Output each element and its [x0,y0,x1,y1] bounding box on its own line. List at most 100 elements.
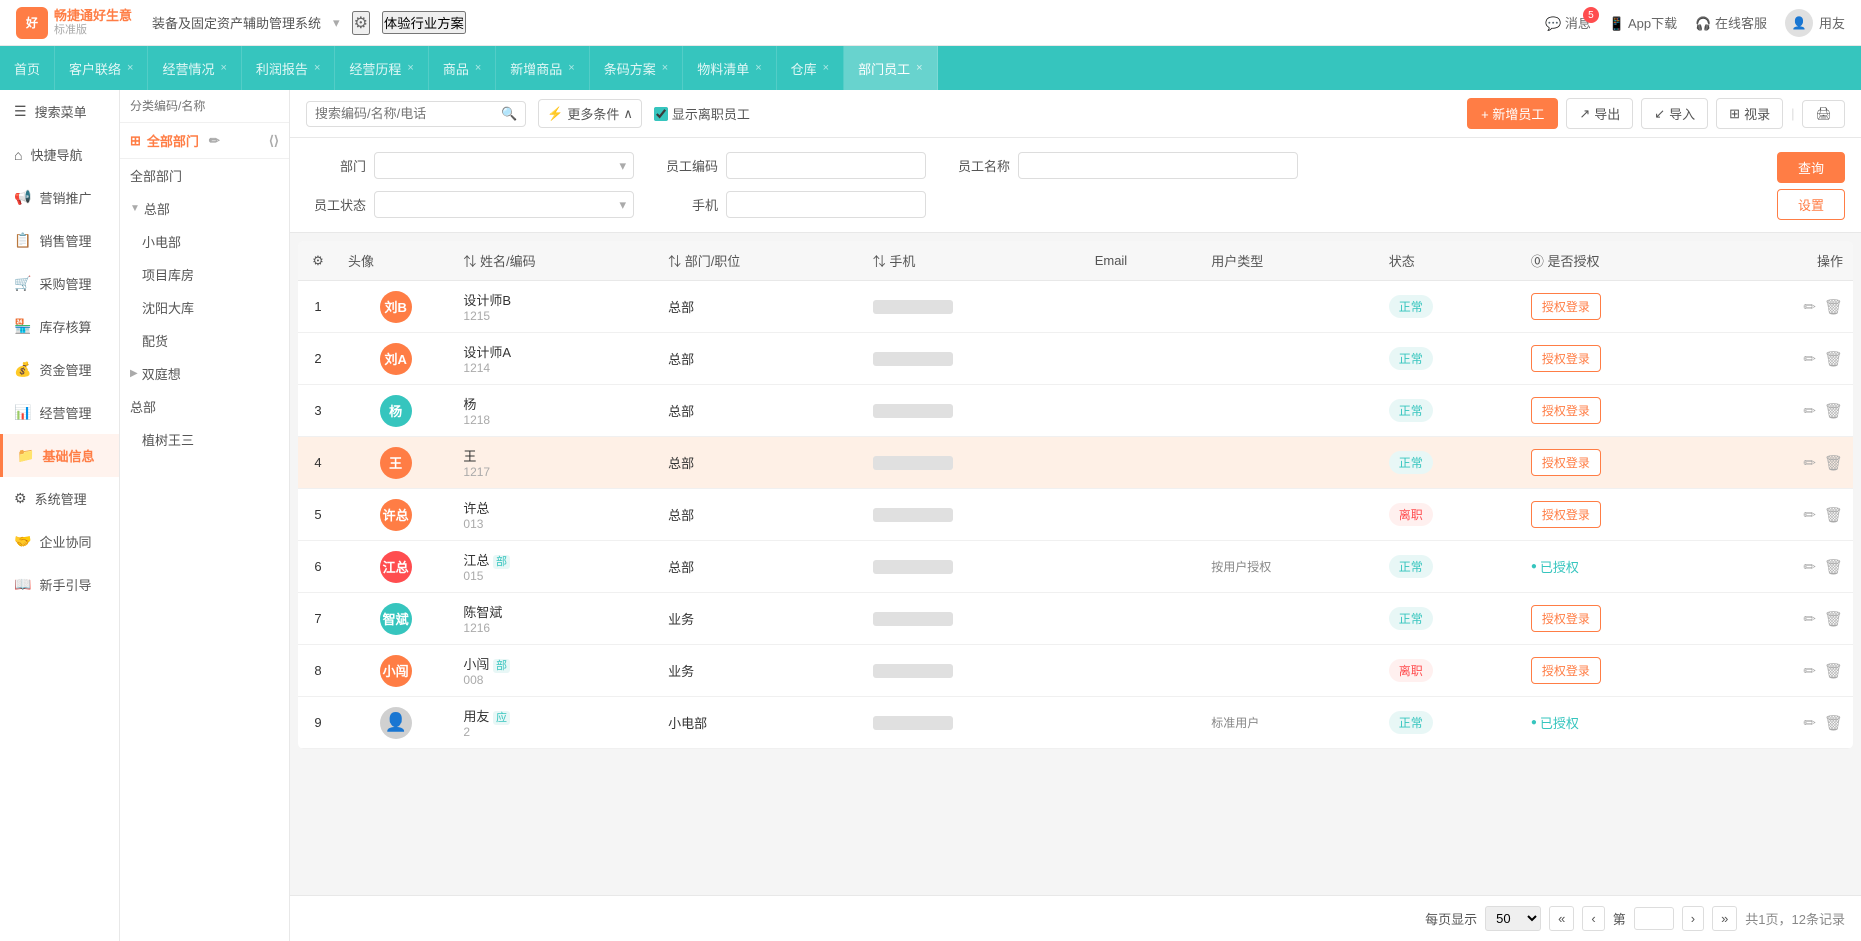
export-btn[interactable]: ↗ 导出 [1566,98,1633,129]
sidebar-item-sales[interactable]: 📋销售管理 [0,219,119,262]
emp-code-input[interactable] [726,152,926,179]
col-settings[interactable]: ⚙ [298,241,338,281]
auth-btn[interactable]: 授权登录 [1531,293,1601,320]
dept-node-distribution[interactable]: 配货 [120,324,289,357]
auth-btn[interactable]: 授权登录 [1531,501,1601,528]
set-btn[interactable]: 设置 [1777,189,1845,220]
online-service-btn[interactable]: 🎧 在线客服 [1695,13,1767,32]
sidebar-item-finance[interactable]: 💰资金管理 [0,348,119,391]
auth-btn[interactable]: 授权登录 [1531,345,1601,372]
delete-btn[interactable]: 🗑 [1824,350,1843,368]
auth-btn[interactable]: 授权登录 [1531,397,1601,424]
nav-tab-经营历程[interactable]: 经营历程 × [335,46,428,90]
close-tab-icon[interactable]: × [407,62,413,74]
phone-input[interactable] [726,191,926,218]
view-btn[interactable]: ⊞ 视录 [1716,98,1783,129]
nav-tab-商品[interactable]: 商品 × [429,46,496,90]
close-tab-icon[interactable]: × [314,62,320,74]
edit-btn[interactable]: ✏ [1803,402,1816,420]
title-dropdown[interactable]: ▾ [333,15,340,31]
sidebar-item-basic-info[interactable]: 📁基础信息 [0,434,119,477]
print-btn[interactable]: 🖨 [1802,100,1845,128]
nav-tab-条码方案[interactable]: 条码方案 × [590,46,683,90]
dept-node-hq2[interactable]: 总部 [120,390,289,423]
emp-name-input[interactable] [1018,152,1298,179]
dept-node-all[interactable]: 全部部门 [120,159,289,192]
query-btn[interactable]: 查询 [1777,152,1845,183]
edit-btn[interactable]: ✏ [1803,506,1816,524]
delete-btn[interactable]: 🗑 [1824,402,1843,420]
auth-btn[interactable]: 授权登录 [1531,657,1601,684]
edit-btn[interactable]: ✏ [1803,454,1816,472]
nav-tab-物料清单[interactable]: 物料清单 × [683,46,776,90]
edit-btn[interactable]: ✏ [1803,610,1816,628]
first-page-btn[interactable]: « [1549,906,1574,931]
delete-btn[interactable]: 🗑 [1824,506,1843,524]
user-avatar[interactable]: 👤 [1785,9,1813,37]
close-tab-icon[interactable]: × [475,62,481,74]
close-tab-icon[interactable]: × [220,62,226,74]
close-tab-icon[interactable]: × [127,62,133,74]
delete-btn[interactable]: 🗑 [1824,298,1843,316]
delete-btn[interactable]: 🗑 [1824,610,1843,628]
dept-select[interactable] [374,152,634,179]
sidebar-item-enterprise[interactable]: 🤝企业协同 [0,520,119,563]
nav-tab-经营情况[interactable]: 经营情况 × [148,46,241,90]
close-tab-icon[interactable]: × [568,62,574,74]
edit-btn[interactable]: ✏ [1803,350,1816,368]
sidebar-item-guide[interactable]: 📖新手引导 [0,563,119,606]
dept-settings-icon[interactable]: ✏ [209,133,220,149]
emp-status-select[interactable] [374,191,634,218]
dept-node-planting[interactable]: 植树王三 [120,423,289,456]
delete-btn[interactable]: 🗑 [1824,454,1843,472]
app-download-btn[interactable]: 📱 App下载 [1609,13,1677,32]
dept-node-shenyang[interactable]: 沈阳大库 [120,291,289,324]
trial-button[interactable]: 体验行业方案 [382,11,466,34]
message-btn[interactable]: 💬 消息 5 [1545,13,1591,32]
import-btn[interactable]: ↙ 导入 [1641,98,1708,129]
dept-search-input[interactable] [130,99,285,113]
sidebar-item-marketing[interactable]: 📢营销推广 [0,176,119,219]
show-resigned-checkbox[interactable]: 显示离职员工 [654,104,750,123]
delete-btn[interactable]: 🗑 [1824,558,1843,576]
prev-page-btn[interactable]: ‹ [1582,906,1604,931]
nav-tab-新增商品[interactable]: 新增商品 × [496,46,589,90]
close-tab-icon[interactable]: × [755,62,761,74]
sidebar-item-system[interactable]: ⚙系统管理 [0,477,119,520]
sidebar-item-search[interactable]: ☰搜索菜单 [0,90,119,133]
close-tab-icon[interactable]: × [823,62,829,74]
add-employee-btn[interactable]: + 新增员工 [1467,98,1558,129]
employee-search-input[interactable] [315,106,495,121]
nav-tab-利润报告[interactable]: 利润报告 × [242,46,335,90]
nav-tab-首页[interactable]: 首页 [0,46,55,90]
auth-btn[interactable]: 授权登录 [1531,449,1601,476]
edit-btn[interactable]: ✏ [1803,298,1816,316]
close-tab-icon[interactable]: × [916,62,922,74]
sidebar-item-purchase[interactable]: 🛒采购管理 [0,262,119,305]
gear-button[interactable]: ⚙ [352,11,370,35]
dept-node-label: 沈阳大库 [142,298,194,317]
more-filter-btn[interactable]: ⚡ 更多条件 ∧ [538,99,642,128]
delete-btn[interactable]: 🗑 [1824,662,1843,680]
dept-node-hq[interactable]: ▼总部 [120,192,289,225]
dept-node-double-dream[interactable]: ▶双庭想 [120,357,289,390]
auth-btn[interactable]: 授权登录 [1531,605,1601,632]
edit-btn[interactable]: ✏ [1803,662,1816,680]
last-page-btn[interactable]: » [1712,906,1737,931]
edit-btn[interactable]: ✏ [1803,558,1816,576]
dept-node-small-elec[interactable]: 小电部 [120,225,289,258]
edit-btn[interactable]: ✏ [1803,714,1816,732]
sidebar-item-quick-nav[interactable]: ⌂快捷导航 [0,133,119,176]
close-tab-icon[interactable]: × [662,62,668,74]
nav-tab-部门员工[interactable]: 部门员工 × [844,46,937,90]
dept-node-project[interactable]: 项目库房 [120,258,289,291]
dept-collapse-btn[interactable]: ⟨⟩ [269,133,279,149]
sidebar-item-inventory[interactable]: 🏪库存核算 [0,305,119,348]
next-page-btn[interactable]: › [1682,906,1704,931]
nav-tab-仓库[interactable]: 仓库 × [777,46,844,90]
delete-btn[interactable]: 🗑 [1824,714,1843,732]
page-input[interactable]: 1 [1634,907,1674,930]
nav-tab-客户联络[interactable]: 客户联络 × [55,46,148,90]
per-page-select[interactable]: 50 100 [1485,906,1541,931]
sidebar-item-operations[interactable]: 📊经营管理 [0,391,119,434]
